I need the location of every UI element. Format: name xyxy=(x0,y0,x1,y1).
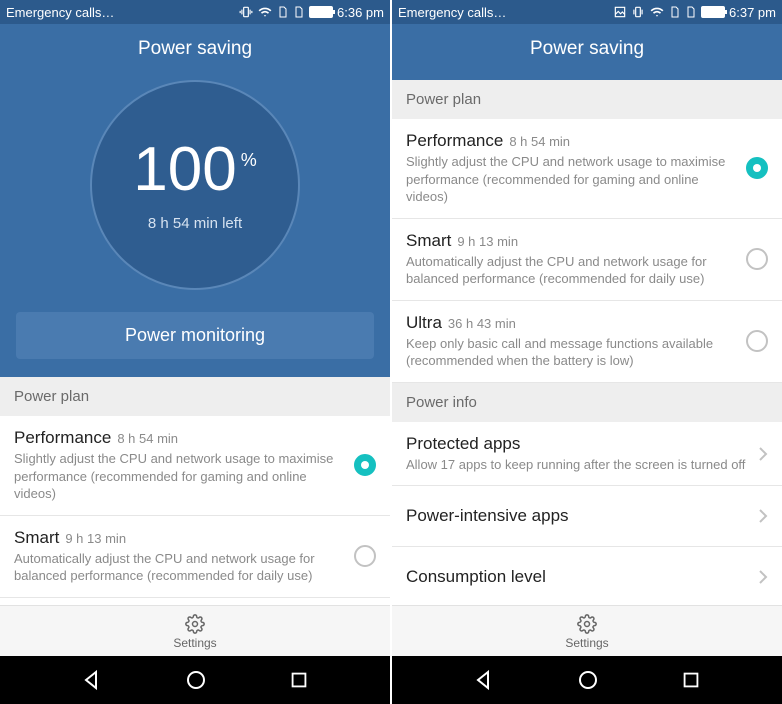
row-title: Power-intensive apps xyxy=(406,506,748,526)
plan-desc: Automatically adjust the CPU and network… xyxy=(406,253,736,288)
row-title: Consumption level xyxy=(406,567,748,587)
section-header-plan: Power plan xyxy=(392,80,782,119)
plan-name: Ultra xyxy=(406,313,442,332)
battery-gauge: 100% 8 h 54 min left xyxy=(90,80,300,290)
status-bar: Emergency calls… 6:36 pm xyxy=(0,0,390,24)
gauge-percent: 100 xyxy=(133,139,236,201)
radio-unselected-icon[interactable] xyxy=(746,330,768,352)
plan-desc: Slightly adjust the CPU and network usag… xyxy=(14,450,344,503)
settings-button[interactable]: Settings xyxy=(392,605,782,656)
scroll-area[interactable]: Power plan Performance 8 h 54 min Slightl… xyxy=(0,377,390,605)
status-time: 6:36 pm xyxy=(337,5,384,20)
status-carrier: Emergency calls… xyxy=(6,5,239,20)
gear-icon xyxy=(577,614,597,634)
plan-desc: Automatically adjust the CPU and network… xyxy=(14,550,344,585)
row-consumption-level[interactable]: Consumption level xyxy=(392,547,782,605)
nav-back-icon[interactable] xyxy=(472,668,496,692)
nav-recent-icon[interactable] xyxy=(288,669,310,691)
row-protected-apps[interactable]: Protected apps Allow 17 apps to keep run… xyxy=(392,422,782,487)
plan-name: Smart xyxy=(14,528,59,547)
nav-bar xyxy=(0,656,390,704)
nav-home-icon[interactable] xyxy=(184,668,208,692)
status-carrier: Emergency calls… xyxy=(398,5,613,20)
status-bar: Emergency calls… 6:37 pm xyxy=(392,0,782,24)
nav-back-icon[interactable] xyxy=(80,668,104,692)
radio-unselected-icon[interactable] xyxy=(746,248,768,270)
plan-duration: 8 h 54 min xyxy=(509,134,570,149)
vibrate-icon xyxy=(239,5,253,19)
nav-home-icon[interactable] xyxy=(576,668,600,692)
status-time: 6:37 pm xyxy=(729,5,776,20)
plan-desc: Keep only basic call and message functio… xyxy=(406,335,736,370)
settings-label: Settings xyxy=(173,636,216,650)
radio-selected-icon[interactable] xyxy=(746,157,768,179)
settings-label: Settings xyxy=(565,636,608,650)
power-monitoring-button[interactable]: Power monitoring xyxy=(16,312,375,359)
wifi-icon xyxy=(257,5,273,19)
plan-row-smart[interactable]: Smart 9 h 13 min Automatically adjust the… xyxy=(0,516,390,598)
nav-bar xyxy=(392,656,782,704)
percent-sign: % xyxy=(241,151,257,169)
plan-duration: 9 h 13 min xyxy=(457,234,518,249)
screen-right: Emergency calls… 6:37 pm Power saving Po… xyxy=(392,0,782,704)
plan-row-smart[interactable]: Smart 9 h 13 min Automatically adjust the… xyxy=(392,219,782,301)
sim1-icon xyxy=(277,5,289,19)
sim1-icon xyxy=(669,5,681,19)
plan-duration: 36 h 43 min xyxy=(448,316,516,331)
chevron-right-icon xyxy=(758,446,768,462)
screenshot-icon xyxy=(613,5,627,19)
plan-desc: Slightly adjust the CPU and network usag… xyxy=(406,153,736,206)
plan-name: Smart xyxy=(406,231,451,250)
gear-icon xyxy=(185,614,205,634)
radio-unselected-icon[interactable] xyxy=(354,545,376,567)
plan-duration: 8 h 54 min xyxy=(117,431,178,446)
gauge-subtext: 8 h 54 min left xyxy=(148,215,242,232)
sim2-icon xyxy=(293,5,305,19)
vibrate-icon xyxy=(631,5,645,19)
radio-selected-icon[interactable] xyxy=(354,454,376,476)
page-title: Power saving xyxy=(0,24,390,80)
page-title: Power saving xyxy=(392,24,782,80)
battery-icon xyxy=(309,6,333,18)
plan-name: Performance xyxy=(14,428,111,447)
gauge-area: 100% 8 h 54 min left Power monitoring xyxy=(0,80,390,377)
chevron-right-icon xyxy=(758,508,768,524)
battery-icon xyxy=(701,6,725,18)
row-desc: Allow 17 apps to keep running after the … xyxy=(406,456,748,474)
row-title: Protected apps xyxy=(406,434,748,454)
screen-left: Emergency calls… 6:36 pm Power saving 10… xyxy=(0,0,390,704)
sim2-icon xyxy=(685,5,697,19)
section-header-plan: Power plan xyxy=(0,377,390,416)
plan-row-performance[interactable]: Performance 8 h 54 min Slightly adjust th… xyxy=(392,119,782,219)
plan-duration: 9 h 13 min xyxy=(65,531,126,546)
settings-button[interactable]: Settings xyxy=(0,605,390,656)
nav-recent-icon[interactable] xyxy=(680,669,702,691)
plan-row-performance[interactable]: Performance 8 h 54 min Slightly adjust th… xyxy=(0,416,390,516)
row-power-intensive-apps[interactable]: Power-intensive apps xyxy=(392,486,782,547)
plan-row-ultra[interactable]: Ultra 36 h 43 min Keep only basic call an… xyxy=(392,301,782,383)
plan-name: Performance xyxy=(406,131,503,150)
status-icons: 6:36 pm xyxy=(239,5,384,20)
scroll-area[interactable]: Power plan Performance 8 h 54 min Slightl… xyxy=(392,80,782,605)
wifi-icon xyxy=(649,5,665,19)
section-header-info: Power info xyxy=(392,383,782,422)
chevron-right-icon xyxy=(758,569,768,585)
status-icons: 6:37 pm xyxy=(613,5,776,20)
